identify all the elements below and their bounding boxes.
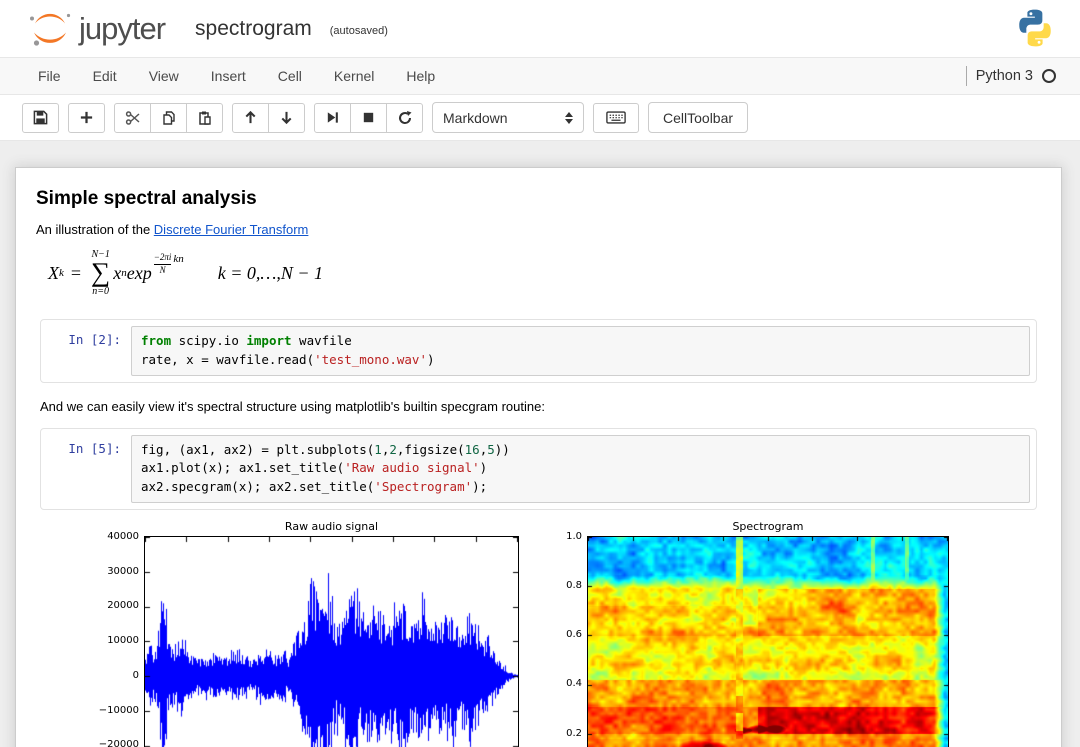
kernel-name: Python 3	[975, 68, 1033, 84]
cut-icon	[125, 110, 139, 125]
code-editor-2[interactable]: fig, (ax1, ax2) = plt.subplots(1,2,figsi…	[131, 434, 1030, 503]
notebook-site: Simple spectral analysis An illustration…	[0, 141, 1080, 747]
copy-icon	[162, 110, 175, 125]
toolbar: Markdown CellToolbar	[0, 95, 1080, 141]
autosave-status: (autosaved)	[329, 24, 388, 37]
code-editor-1[interactable]: from scipy.io import wavfile rate, x = w…	[131, 326, 1030, 376]
refresh-icon	[398, 110, 411, 124]
move-up-icon	[245, 110, 256, 124]
markdown-intro: An illustration of the Discrete Fourier …	[36, 222, 309, 237]
dft-link[interactable]: Discrete Fourier Transform	[154, 222, 309, 237]
cell-type-select[interactable]: Markdown	[432, 102, 584, 133]
summation-symbol: N−1 ∑ n=0	[91, 249, 111, 297]
cell-type-value: Markdown	[443, 109, 508, 126]
spectrogram-title: Spectrogram	[732, 519, 804, 533]
markdown-paragraph: And we can easily view it's spectral str…	[40, 398, 545, 414]
restart-kernel-button[interactable]	[386, 102, 423, 133]
cell-output-figures: Raw audio signal 40000 30000 20000 10000 0 −1…	[36, 520, 1041, 747]
menu-kernel[interactable]: Kernel	[318, 58, 390, 94]
menu-file[interactable]: File	[22, 58, 77, 94]
run-icon	[327, 112, 338, 123]
move-down-icon	[281, 111, 292, 125]
python-logo-icon	[1014, 5, 1056, 56]
jupyter-logo[interactable]: jupyter	[28, 10, 166, 47]
spectrogram-yticks: 1.00.80.60.40.20.0	[566, 530, 582, 739]
menubar: File Edit View Insert Cell Kernel Help P…	[0, 57, 1080, 95]
run-cell-button[interactable]	[314, 102, 351, 133]
kernel-separator	[965, 66, 967, 86]
waveform-plot	[144, 535, 519, 747]
interrupt-kernel-button[interactable]	[350, 102, 387, 133]
copy-button[interactable]	[150, 102, 187, 133]
spectrogram-figure: Spectrogram 1.00.80.60.40.20.0	[553, 520, 949, 747]
select-arrows-icon	[565, 111, 573, 124]
markdown-heading: Simple spectral analysis	[36, 188, 257, 209]
code-cell-2: In [5]: fig, (ax1, ax2) = plt.subplots(1…	[40, 427, 1037, 510]
menu-edit[interactable]: Edit	[77, 58, 133, 94]
stop-icon	[363, 112, 374, 123]
waveform-title: Raw audio signal	[284, 519, 379, 533]
cut-button[interactable]	[114, 102, 151, 133]
notebook-header: jupyter spectrogram (autosaved)	[0, 0, 1080, 57]
kernel-idle-icon	[1042, 69, 1056, 83]
spectrogram-plot	[587, 535, 949, 747]
input-prompt: In [2]:	[68, 332, 121, 347]
notebook-container: Simple spectral analysis An illustration…	[15, 167, 1062, 747]
dft-formula: Xk = N−1 ∑ n=0 xn exp −2πi N kn k = 0,…,…	[48, 249, 324, 297]
paste-button[interactable]	[186, 102, 223, 133]
keyboard-icon	[606, 111, 626, 124]
code-cell-1: In [2]: from scipy.io import wavfile rat…	[40, 319, 1037, 383]
command-palette-button[interactable]	[593, 102, 639, 133]
save-icon	[33, 110, 48, 125]
menu-cell[interactable]: Cell	[262, 58, 318, 94]
input-prompt: In [5]:	[68, 440, 121, 456]
add-cell-button[interactable]	[68, 102, 105, 133]
waveform-yticks: 400003000020000100000−10000−20000−30000	[98, 530, 139, 747]
add-cell-icon	[80, 111, 93, 124]
move-cell-down-button[interactable]	[268, 102, 305, 133]
save-button[interactable]	[22, 102, 59, 133]
jupyter-wordmark: jupyter	[79, 10, 166, 46]
celltoolbar-button[interactable]: CellToolbar	[648, 102, 749, 133]
paste-icon	[198, 111, 211, 125]
menu-help[interactable]: Help	[390, 58, 451, 94]
menu-insert[interactable]: Insert	[195, 58, 262, 94]
jupyter-logo-icon	[30, 13, 71, 46]
move-cell-up-button[interactable]	[232, 102, 269, 133]
menu-view[interactable]: View	[133, 58, 195, 94]
waveform-figure: Raw audio signal 40000 30000 20000 10000 0 −1…	[98, 520, 519, 747]
notebook-title[interactable]: spectrogram	[195, 17, 312, 41]
